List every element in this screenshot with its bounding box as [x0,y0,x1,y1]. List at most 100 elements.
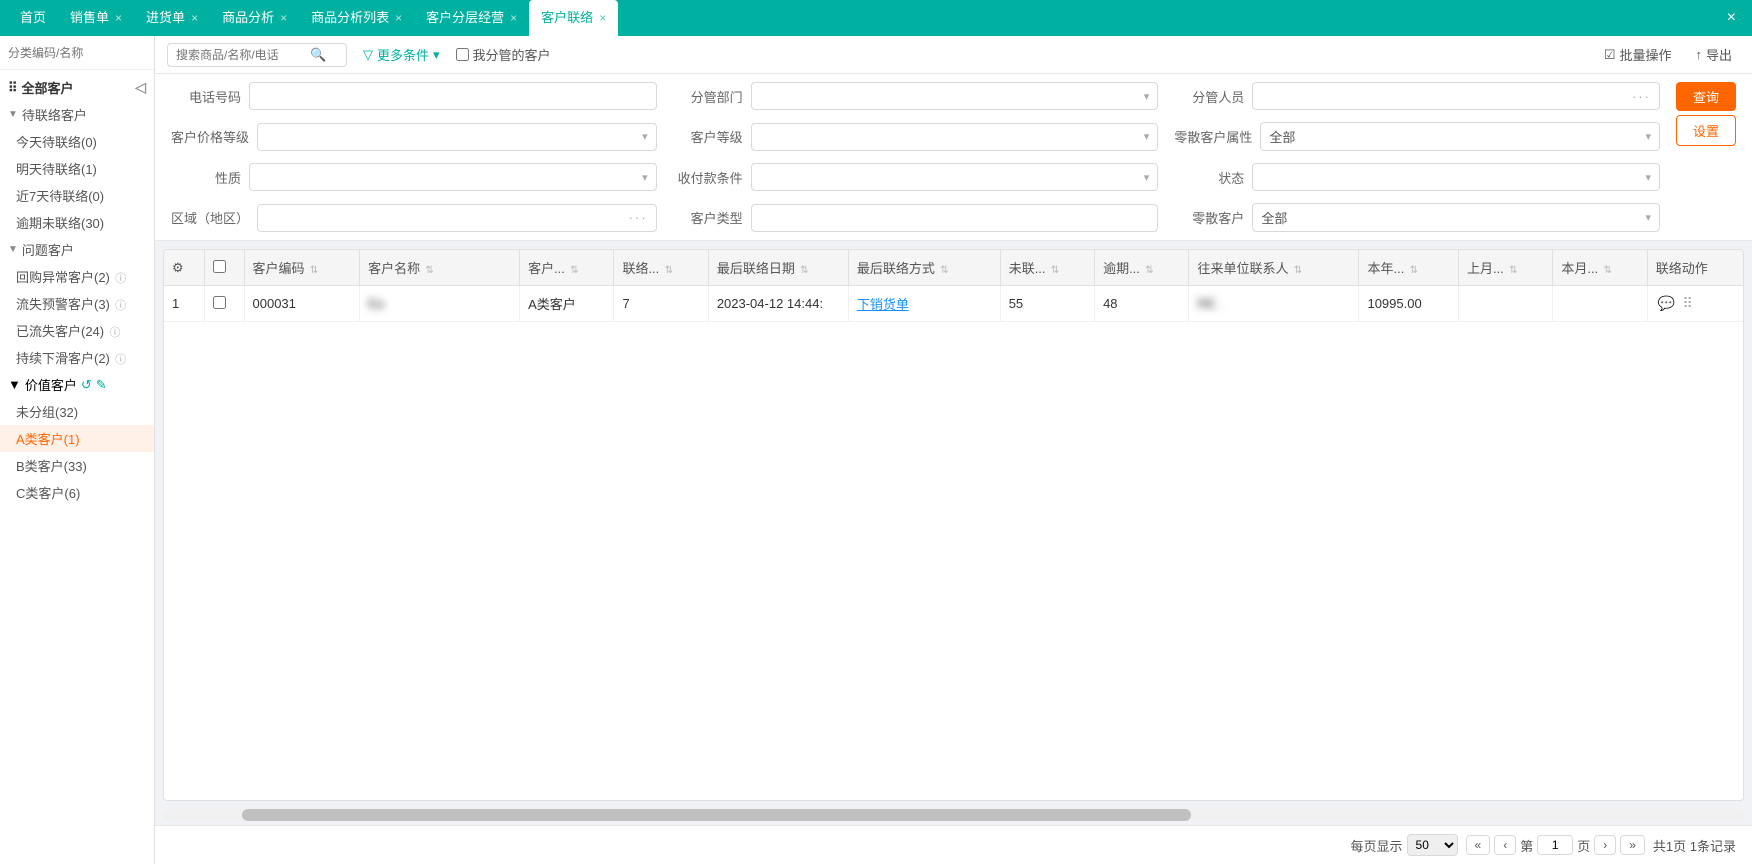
th-settings[interactable]: ⚙ [164,250,204,286]
nav-product-analysis-close-icon[interactable]: × [280,0,287,36]
nav-sales[interactable]: 销售单 × [58,0,134,36]
qr-action-icon[interactable]: ⠿ [1682,295,1692,311]
sort-icon-year[interactable]: ⇅ [1410,265,1418,276]
filter-row-2: 客户价格等级 ▾ 客户等级 ▾ [171,122,1660,151]
filter-region-select[interactable]: ··· [257,204,657,232]
first-page-button[interactable]: « [1466,835,1491,855]
sidebar-section-pending[interactable]: ▼ 待联络客户 [0,101,154,128]
sort-icon-code[interactable]: ⇅ [310,265,318,276]
sidebar-item-class-b[interactable]: B类客户(33) [0,452,154,479]
filter-retail: 零散客户 全部 ▾ [1174,203,1660,232]
last-page-button[interactable]: » [1620,835,1645,855]
filter-retail-label: 零散客户 [1174,208,1244,227]
nav-purchase-close-icon[interactable]: × [191,0,198,36]
sort-icon-contact[interactable]: ⇅ [665,265,673,276]
sort-icon-name[interactable]: ⇅ [425,265,433,276]
per-page-select[interactable]: 50 20 100 [1407,834,1458,856]
nav-product-analysis-list[interactable]: 商品分析列表 × [299,0,414,36]
table-header-row: ⚙ 客户编码 ⇅ 客户名称 ⇅ [164,250,1743,286]
export-button[interactable]: ↑ 导出 [1687,42,1740,67]
prev-page-button[interactable]: ‹ [1494,835,1516,855]
sort-icon-overdue[interactable]: ⇅ [1145,265,1153,276]
sort-icon-last-month[interactable]: ⇅ [1509,265,1517,276]
th-checkbox[interactable] [204,250,244,286]
row-checkbox[interactable] [213,296,226,309]
sidebar-all-customers[interactable]: ⠿ 全部客户 ◁ [0,70,154,101]
nav-customer-tier[interactable]: 客户分层经营 × [414,0,529,36]
nav-product-list-close-icon[interactable]: × [395,0,402,36]
edit-icon[interactable]: ✎ [96,377,107,393]
sidebar-item-lost[interactable]: 已流失客户(24) ⓘ [0,317,154,344]
chevron-down-icon-6: ▾ [1144,171,1150,184]
sidebar-item-overdue[interactable]: 逾期未联络(30) [0,209,154,236]
sort-icon-type[interactable]: ⇅ [570,265,578,276]
filter-payment-select[interactable]: ▾ [751,163,1159,191]
filter-nature-select[interactable]: ▾ [249,163,657,191]
td-checkbox[interactable] [204,286,244,322]
sidebar-item-abnormal[interactable]: 回购异常客户(2) ⓘ [0,263,154,290]
batch-operation-button[interactable]: ☑ 批量操作 [1596,42,1680,67]
chevron-down-icon-3: ▾ [1144,130,1150,143]
sidebar-item-today[interactable]: 今天待联络(0) [0,128,154,155]
sort-icon-method[interactable]: ⇅ [940,265,948,276]
filter-phone-input[interactable] [249,82,657,110]
filter-customer-type-input[interactable] [751,204,1159,232]
sort-icon-unit[interactable]: ⇅ [1294,265,1302,276]
filter-customer-grade-select[interactable]: ▾ [751,123,1159,151]
my-customers-checkbox[interactable] [456,48,469,61]
filter-price-grade-select[interactable]: ▾ [257,123,657,151]
content-area: 🔍 ▽ 更多条件 ▾ 我分管的客户 ☑ 批量操作 ↑ 导出 [155,36,1752,864]
sidebar-item-warning[interactable]: 流失预警客户(3) ⓘ [0,290,154,317]
sidebar-collapse-button[interactable]: ◁ [135,79,146,96]
nav-sales-close-icon[interactable]: × [115,0,122,36]
nav-home[interactable]: 首页 [8,0,58,36]
toolbar-search-input[interactable] [176,48,306,62]
sort-icon-last-date[interactable]: ⇅ [800,265,808,276]
sort-icon-this-month[interactable]: ⇅ [1604,265,1612,276]
unit-contact-blurred: RE . [1197,296,1222,311]
filter-retail-select[interactable]: 全部 ▾ [1252,203,1660,232]
query-button[interactable]: 查询 [1676,82,1736,111]
filter-dept-select[interactable]: ▾ [751,82,1159,110]
filter-status-select[interactable]: ▾ [1252,163,1660,191]
sidebar-item-tomorrow[interactable]: 明天待联络(1) [0,155,154,182]
sidebar-item-declining[interactable]: 持续下滑客户(2) ⓘ [0,344,154,371]
th-year-label: 本年... [1367,261,1404,276]
scrollbar-thumb[interactable] [242,809,1191,821]
th-last-month: 上月... ⇅ [1458,250,1552,286]
last-method-link[interactable]: 下销货单 [857,297,909,312]
my-customers-filter[interactable]: 我分管的客户 [456,45,551,64]
sidebar-item-7days[interactable]: 近7天待联络(0) [0,182,154,209]
td-type: A类客户 [520,286,614,322]
filter-more-button[interactable]: ▽ 更多条件 ▾ [355,42,448,67]
sidebar-search-input[interactable] [8,46,155,60]
filter-retail-attr: 零散客户属性 全部 ▾ [1174,122,1660,151]
refresh-icon[interactable]: ↺ [81,377,92,393]
toolbar-search-icon[interactable]: 🔍 [310,47,326,63]
sidebar-item-class-a[interactable]: A类客户(1) [0,425,154,452]
next-page-button[interactable]: › [1594,835,1616,855]
td-actions: 💬 ⠿ [1647,286,1743,322]
nav-product-analysis[interactable]: 商品分析 × [210,0,299,36]
nav-purchase[interactable]: 进货单 × [134,0,210,36]
filter-retail-attr-select[interactable]: 全部 ▾ [1260,122,1660,151]
nav-customer-contact[interactable]: 客户联络 × [529,0,618,36]
chat-action-icon[interactable]: 💬 [1658,295,1675,311]
sidebar-item-unclassified[interactable]: 未分组(32) [0,398,154,425]
select-all-checkbox[interactable] [213,260,226,273]
filter-person-select[interactable]: ··· [1252,82,1660,110]
triangle-down-icon-2: ▼ [8,244,18,255]
td-name: Ea [360,286,520,322]
set-button[interactable]: 设置 [1676,115,1736,146]
nav-close-all-button[interactable]: × [1719,9,1744,27]
sidebar-item-class-c[interactable]: C类客户(6) [0,479,154,506]
nav-contact-close-icon[interactable]: × [599,0,606,36]
nav-tier-close-icon[interactable]: × [510,0,517,36]
filter-phone-label: 电话号码 [171,87,241,106]
page-number-input[interactable] [1537,835,1573,855]
sort-icon-no-contact[interactable]: ⇅ [1051,265,1059,276]
settings-icon[interactable]: ⚙ [172,260,184,275]
sidebar-section-problem[interactable]: ▼ 问题客户 [0,236,154,263]
horizontal-scrollbar[interactable] [163,809,1744,821]
th-code: 客户编码 ⇅ [244,250,360,286]
